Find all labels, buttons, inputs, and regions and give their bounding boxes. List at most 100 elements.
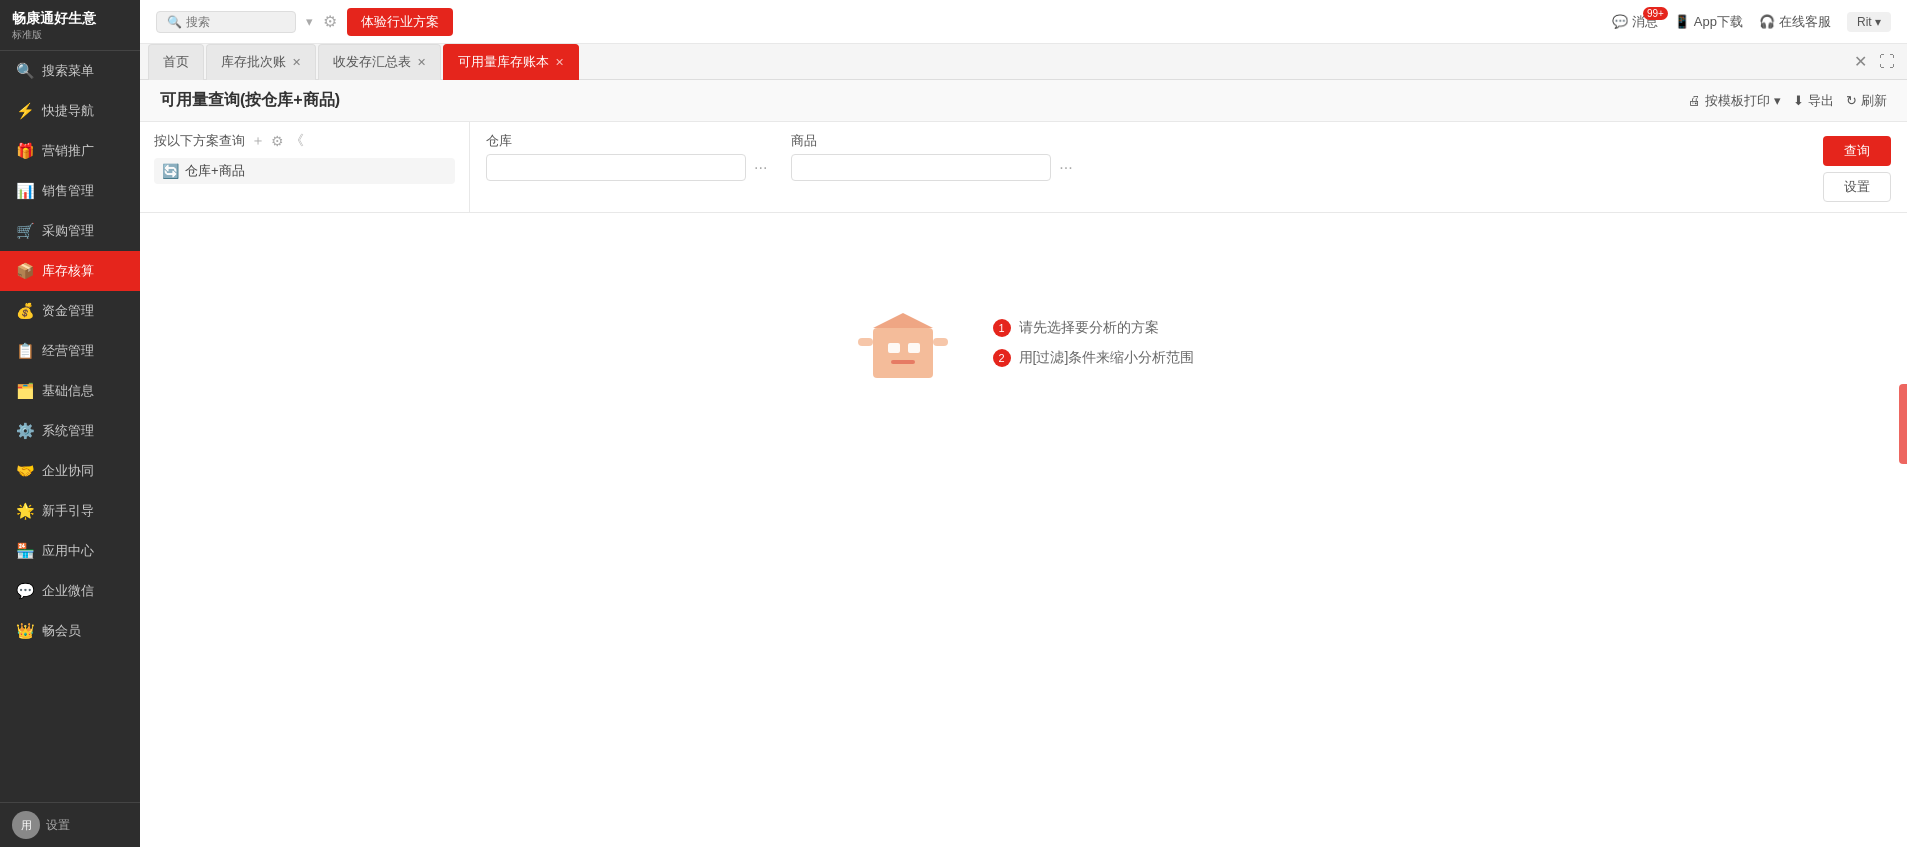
system-icon: ⚙️	[16, 422, 34, 440]
sidebar-item-label: 畅会员	[42, 622, 81, 640]
tab-available-ledger[interactable]: 可用量库存账本 ✕	[443, 44, 579, 80]
print-label: 按模板打印	[1705, 92, 1770, 110]
svg-rect-2	[888, 343, 900, 353]
sidebar-item-operations[interactable]: 📋 经营管理	[0, 331, 140, 371]
tip-text-1: 请先选择要分析的方案	[1019, 319, 1159, 337]
tab-close-icon[interactable]: ✕	[292, 56, 301, 69]
add-scheme-icon[interactable]: ＋	[251, 132, 265, 150]
sidebar-item-basic[interactable]: 🗂️ 基础信息	[0, 371, 140, 411]
settings-button[interactable]: 设置	[1823, 172, 1891, 202]
collapse-scheme-icon[interactable]: 《	[290, 132, 304, 150]
tab-home[interactable]: 首页	[148, 44, 204, 80]
svg-marker-1	[873, 313, 933, 328]
goods-more-button[interactable]: ···	[1055, 157, 1076, 179]
wechat-icon: 💬	[16, 582, 34, 600]
app-icon: 📱	[1674, 14, 1690, 29]
scheme-item[interactable]: 🔄 仓库+商品	[154, 158, 455, 184]
message-icon: 💬	[1612, 14, 1628, 29]
tab-receipt-summary[interactable]: 收发存汇总表 ✕	[318, 44, 441, 80]
brand-subtitle: 标准版	[12, 28, 128, 42]
warehouse-input-row: ···	[486, 154, 771, 181]
refresh-action[interactable]: ↻ 刷新	[1846, 92, 1887, 110]
tip-2: 2 用[过滤]条件来缩小分析范围	[993, 349, 1195, 367]
tab-label: 收发存汇总表	[333, 53, 411, 71]
user-menu[interactable]: Rit ▾	[1847, 12, 1891, 32]
user-dropdown-icon: ▾	[1875, 15, 1881, 29]
search-icon: 🔍	[167, 15, 182, 29]
sidebar-item-label: 基础信息	[42, 382, 94, 400]
tab-fullscreen-button[interactable]: ⛶	[1875, 49, 1899, 75]
sidebar-item-label: 经营管理	[42, 342, 94, 360]
topbar-actions: 💬 消息 99+ 📱 App下载 🎧 在线客服 Rit ▾	[1612, 12, 1891, 32]
search-input[interactable]	[186, 15, 286, 29]
sidebar-item-finance[interactable]: 💰 资金管理	[0, 291, 140, 331]
industry-solution-button[interactable]: 体验行业方案	[347, 8, 453, 36]
brand: 畅康通好生意 标准版	[0, 0, 140, 51]
sidebar-item-appstore[interactable]: 🏪 应用中心	[0, 531, 140, 571]
message-action[interactable]: 💬 消息 99+	[1612, 13, 1658, 31]
appstore-icon: 🏪	[16, 542, 34, 560]
tab-close-icon[interactable]: ✕	[555, 56, 564, 69]
sidebar-item-sales[interactable]: 📊 销售管理	[0, 171, 140, 211]
sidebar-item-label: 应用中心	[42, 542, 94, 560]
main-area: 🔍 ▾ ⚙ 体验行业方案 💬 消息 99+ 📱 App下载 🎧 在线客服 Rit	[140, 0, 1907, 847]
sidebar-item-enterprise[interactable]: 🤝 企业协同	[0, 451, 140, 491]
sidebar-item-label: 采购管理	[42, 222, 94, 240]
page-title: 可用量查询(按仓库+商品)	[160, 90, 340, 111]
refresh-icon: ↻	[1846, 93, 1857, 108]
refresh-label: 刷新	[1861, 92, 1887, 110]
sidebar-item-quick-nav[interactable]: ⚡ 快捷导航	[0, 91, 140, 131]
goods-input-row: ···	[791, 154, 1076, 181]
operations-icon: 📋	[16, 342, 34, 360]
sidebar-item-label: 企业微信	[42, 582, 94, 600]
scheme-icon: 🔄	[162, 163, 179, 179]
sidebar-item-inventory[interactable]: 📦 库存核算	[0, 251, 140, 291]
message-badge: 99+	[1643, 7, 1668, 20]
gear-icon[interactable]: ⚙	[323, 12, 337, 31]
export-action[interactable]: ⬇ 导出	[1793, 92, 1834, 110]
warehouse-input[interactable]	[486, 154, 746, 181]
sidebar-item-search[interactable]: 🔍 搜索菜单	[0, 51, 140, 91]
settings-scheme-icon[interactable]: ⚙	[271, 133, 284, 149]
warehouse-more-button[interactable]: ···	[750, 157, 771, 179]
print-action[interactable]: 🖨 按模板打印 ▾	[1688, 92, 1781, 110]
marketing-icon: 🎁	[16, 142, 34, 160]
filter-scheme-label: 按以下方案查询	[154, 132, 245, 150]
page-header-actions: 🖨 按模板打印 ▾ ⬇ 导出 ↻ 刷新	[1688, 92, 1887, 110]
tab-close-button[interactable]: ✕	[1850, 48, 1871, 75]
tip-1: 1 请先选择要分析的方案	[993, 319, 1195, 337]
sidebar-item-guide[interactable]: 🌟 新手引导	[0, 491, 140, 531]
search-box[interactable]: 🔍	[156, 11, 296, 33]
sidebar-user[interactable]: 用 设置	[0, 802, 140, 847]
sidebar-item-wechat[interactable]: 💬 企业微信	[0, 571, 140, 611]
print-dropdown-icon[interactable]: ▾	[1774, 93, 1781, 108]
service-icon: 🎧	[1759, 14, 1775, 29]
dropdown-icon[interactable]: ▾	[306, 14, 313, 29]
empty-illustration	[853, 293, 953, 393]
tab-label: 库存批次账	[221, 53, 286, 71]
sidebar-item-marketing[interactable]: 🎁 营销推广	[0, 131, 140, 171]
sidebar-item-label: 营销推广	[42, 142, 94, 160]
sidebar-item-member[interactable]: 👑 畅会员	[0, 611, 140, 651]
scroll-indicator[interactable]	[1899, 384, 1907, 464]
app-download-action[interactable]: 📱 App下载	[1674, 13, 1743, 31]
query-button[interactable]: 查询	[1823, 136, 1891, 166]
inventory-icon: 📦	[16, 262, 34, 280]
sidebar-username: 设置	[46, 817, 70, 834]
svg-rect-3	[908, 343, 920, 353]
goods-input[interactable]	[791, 154, 1051, 181]
page-header: 可用量查询(按仓库+商品) 🖨 按模板打印 ▾ ⬇ 导出 ↻ 刷新	[140, 80, 1907, 122]
tab-close-icon[interactable]: ✕	[417, 56, 426, 69]
empty-state: 1 请先选择要分析的方案 2 用[过滤]条件来缩小分析范围	[140, 213, 1907, 473]
goods-label: 商品	[791, 132, 1076, 150]
sidebar-item-purchase[interactable]: 🛒 采购管理	[0, 211, 140, 251]
online-service-action[interactable]: 🎧 在线客服	[1759, 13, 1831, 31]
username: Rit	[1857, 15, 1872, 29]
page-content: 可用量查询(按仓库+商品) 🖨 按模板打印 ▾ ⬇ 导出 ↻ 刷新	[140, 80, 1907, 847]
basic-icon: 🗂️	[16, 382, 34, 400]
purchase-icon: 🛒	[16, 222, 34, 240]
tab-batch-account[interactable]: 库存批次账 ✕	[206, 44, 316, 80]
sidebar-item-system[interactable]: ⚙️ 系统管理	[0, 411, 140, 451]
svg-rect-0	[873, 328, 933, 378]
sidebar-item-label: 快捷导航	[42, 102, 94, 120]
